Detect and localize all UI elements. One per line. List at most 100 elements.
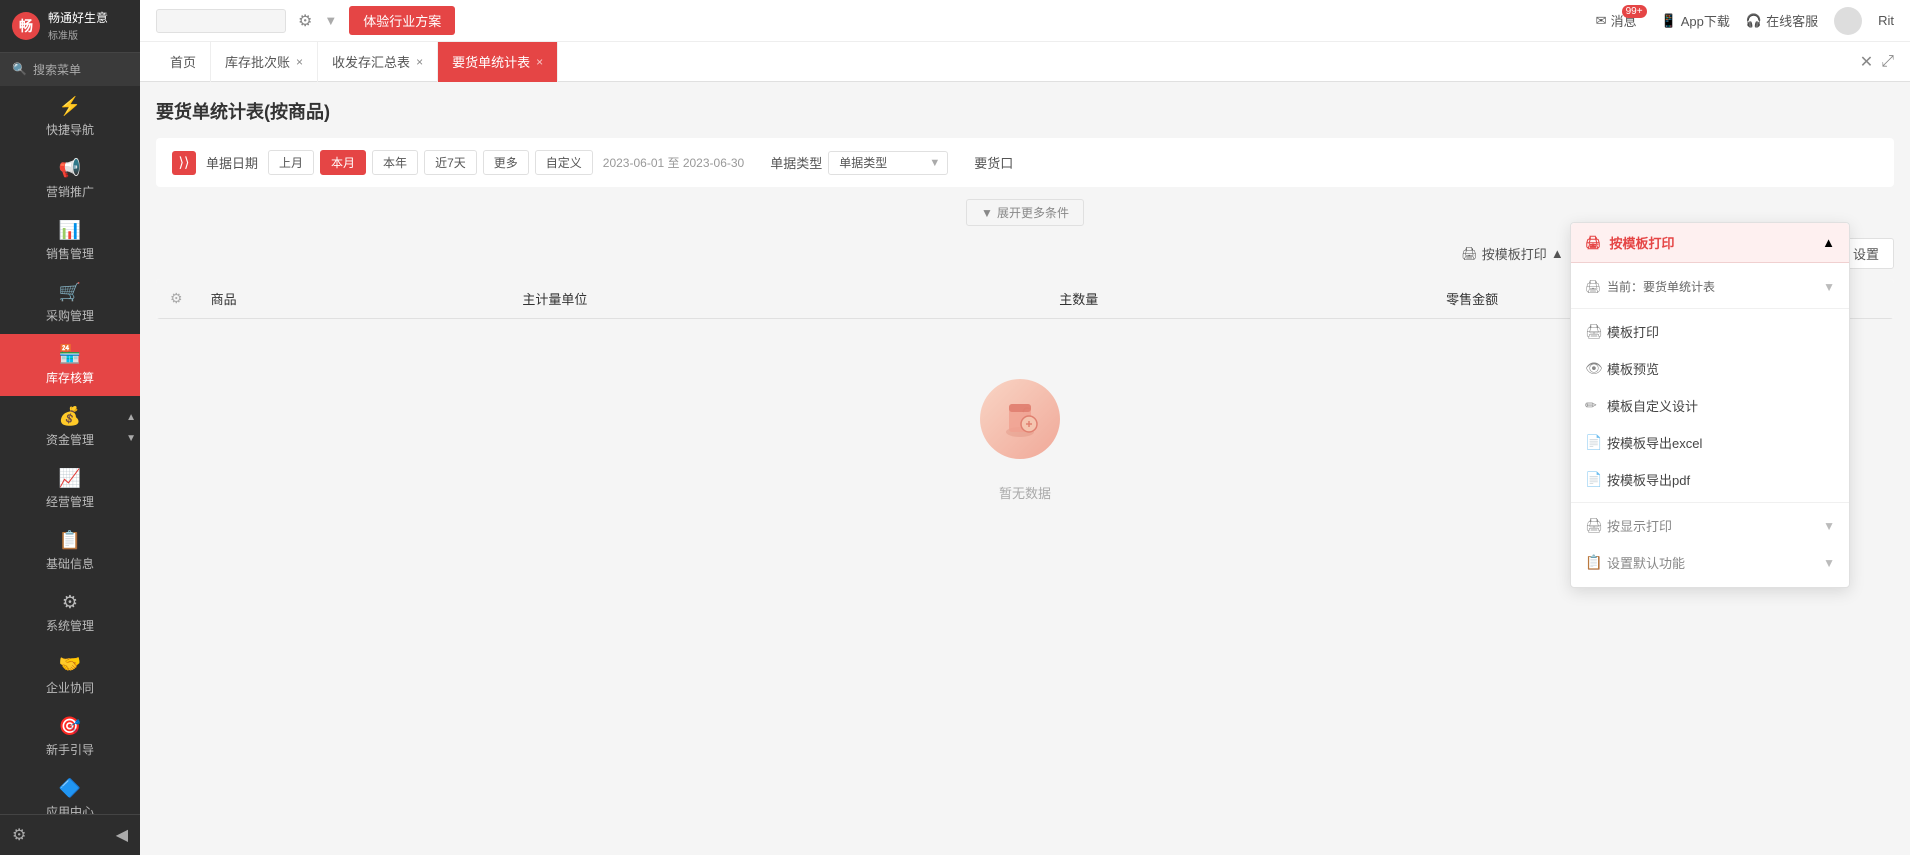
- export-pdf-icon: 📄: [1585, 471, 1602, 488]
- sidebar-bottom: ⚙ ◀: [0, 814, 140, 855]
- scroll-down-icon[interactable]: ▼: [122, 429, 140, 448]
- dropdown-item-template-design[interactable]: ✏ 模板自定义设计: [1571, 387, 1849, 424]
- expand-more-conditions-btn[interactable]: ▼ 展开更多条件: [966, 199, 1084, 226]
- divider-1: [1571, 308, 1849, 309]
- sidebar-item-marketing[interactable]: 📢 营销推广: [0, 148, 140, 210]
- date-recent7-btn[interactable]: 近7天: [424, 150, 477, 175]
- sidebar-item-quick-nav[interactable]: ⚡ 快捷导航: [0, 86, 140, 148]
- default-func-label: 设置默认功能: [1607, 553, 1685, 572]
- topbar: ⚙ ▼ 体验行业方案 ✉ 消息 99+ 📱 App下载 🎧 在线客服 Rit: [140, 0, 1910, 42]
- logo-icon: 畅: [12, 12, 40, 40]
- tab-expand-button[interactable]: ⤢: [1881, 53, 1894, 71]
- messages-button[interactable]: ✉ 消息 99+: [1596, 11, 1637, 30]
- sidebar-item-inventory[interactable]: 🏪 库存核算: [0, 334, 140, 396]
- tab-order-summary-label: 要货单统计表: [452, 52, 530, 71]
- topbar-search-input[interactable]: [156, 9, 286, 33]
- app-download-button[interactable]: 📱 App下载: [1661, 11, 1730, 30]
- user-name: Rit: [1878, 13, 1894, 28]
- dropdown-item-template-print[interactable]: 🖨 模板打印: [1571, 313, 1849, 350]
- tab-receipt-summary-close[interactable]: ×: [416, 55, 423, 69]
- tab-home[interactable]: 首页: [156, 42, 211, 82]
- order-type-label: 要货口: [974, 153, 1013, 172]
- settings-gear-icon[interactable]: ⚙: [12, 825, 26, 845]
- template-print-label: 模板打印: [1607, 322, 1659, 341]
- newbie-icon: 🎯: [59, 716, 81, 737]
- topbar-left: ⚙ ▼ 体验行业方案: [156, 6, 455, 35]
- operation-label: 经营管理: [46, 493, 94, 510]
- sidebar-search-label: 搜索菜单: [33, 61, 81, 78]
- quick-nav-icon: ⚡: [59, 96, 81, 117]
- type-select[interactable]: 单据类型: [828, 151, 948, 175]
- sidebar-item-apps[interactable]: 🔷 应用中心: [0, 768, 140, 814]
- dropdown-header: 🖨 按模板打印 ▲: [1571, 223, 1849, 263]
- app-edition: 标准版: [48, 27, 108, 42]
- headset-icon: 🎧: [1746, 13, 1762, 29]
- topbar-dropdown-icon[interactable]: ▼: [324, 13, 337, 28]
- dropdown-printer-icon: 🖨: [1585, 235, 1602, 251]
- template-preview-label: 模板预览: [1607, 359, 1659, 378]
- dropdown-item-export-pdf[interactable]: 📄 按模板导出pdf: [1571, 461, 1849, 498]
- page-title: 要货单统计表(按商品): [156, 98, 1894, 124]
- date-range-display: 2023-06-01 至 2023-06-30: [603, 154, 744, 171]
- current-label-text: 当前：要货单统计表: [1607, 278, 1715, 295]
- export-pdf-label: 按模板导出pdf: [1607, 470, 1690, 489]
- dropdown-header-left: 🖨 按模板打印: [1585, 233, 1675, 252]
- online-service-button[interactable]: 🎧 在线客服: [1746, 11, 1818, 30]
- table-settings-icon[interactable]: ⚙: [170, 290, 183, 306]
- user-avatar[interactable]: [1834, 7, 1862, 35]
- finance-label: 资金管理: [46, 431, 94, 448]
- date-current-month-btn[interactable]: 本月: [320, 150, 366, 175]
- order-type-filter-group: 要货口: [974, 153, 1013, 172]
- date-filter-group: 上月 本月 本年 近7天 更多 自定义 2023-06-01 至 2023-06…: [268, 150, 744, 175]
- sidebar-toggle-icon[interactable]: ◀: [116, 825, 128, 845]
- sidebar-item-purchase[interactable]: 🛒 采购管理: [0, 272, 140, 334]
- tab-receipt-summary[interactable]: 收发存汇总表 ×: [318, 42, 438, 82]
- sidebar-item-system[interactable]: ⚙ 系统管理: [0, 582, 140, 644]
- chevron-down-icon: ▼: [981, 206, 993, 220]
- date-more-btn[interactable]: 更多: [483, 150, 529, 175]
- type-filter-label: 单据类型: [770, 153, 822, 172]
- sidebar-item-sales[interactable]: 📊 销售管理: [0, 210, 140, 272]
- dropdown-section-display-print[interactable]: 🖨 按显示打印 ▼: [1571, 507, 1849, 544]
- print-template-btn[interactable]: 🖨 按模板打印 ▲: [1451, 240, 1573, 267]
- date-this-year-btn[interactable]: 本年: [372, 150, 418, 175]
- tab-close-all-button[interactable]: ✕: [1860, 52, 1873, 72]
- dropdown-section-default-func[interactable]: 📋 设置默认功能 ▼: [1571, 544, 1849, 581]
- topbar-gear-icon[interactable]: ⚙: [298, 11, 312, 31]
- apps-icon: 🔷: [59, 778, 81, 799]
- date-custom-btn[interactable]: 自定义: [535, 150, 593, 175]
- inventory-label: 库存核算: [46, 369, 94, 386]
- tab-order-summary[interactable]: 要货单统计表 ×: [438, 42, 558, 82]
- dropdown-collapse-icon[interactable]: ▲: [1822, 235, 1835, 250]
- sidebar-item-operation[interactable]: 📈 经营管理: [0, 458, 140, 520]
- sidebar-item-basic[interactable]: 📋 基础信息: [0, 520, 140, 582]
- filter-expand-icon-btn[interactable]: ⟩⟩: [172, 151, 196, 175]
- display-print-icon: 🖨: [1585, 517, 1603, 534]
- sidebar-search[interactable]: 🔍 搜索菜单: [0, 53, 140, 86]
- type-select-wrapper: 单据类型 ▼: [828, 151, 948, 175]
- tab-home-label: 首页: [170, 52, 196, 71]
- tab-batch-account-close[interactable]: ×: [296, 55, 303, 69]
- sales-icon: 📊: [59, 220, 81, 241]
- purchase-label: 采购管理: [46, 307, 94, 324]
- scroll-up-icon[interactable]: ▲: [122, 408, 140, 427]
- dropdown-title: 按模板打印: [1610, 233, 1675, 252]
- dropdown-item-export-excel[interactable]: 📄 按模板导出excel: [1571, 424, 1849, 461]
- empty-state-text: 暂无数据: [999, 483, 1051, 502]
- tabs-actions: ✕ ⤢: [1860, 52, 1894, 72]
- date-prev-month-btn[interactable]: 上月: [268, 150, 314, 175]
- print-btn-label: 按模板打印: [1482, 244, 1547, 263]
- sidebar-item-newbie[interactable]: 🎯 新手引导: [0, 706, 140, 768]
- filter-bar: ⟩⟩ 单据日期 上月 本月 本年 近7天 更多 自定义 2023-06-01 至…: [156, 138, 1894, 187]
- trial-button[interactable]: 体验行业方案: [349, 6, 455, 35]
- tab-batch-account[interactable]: 库存批次账 ×: [211, 42, 318, 82]
- tab-order-summary-close[interactable]: ×: [536, 55, 543, 69]
- dropdown-item-template-preview[interactable]: 👁 模板预览: [1571, 350, 1849, 387]
- finance-icon: 💰: [59, 406, 81, 427]
- sidebar-item-collab[interactable]: 🤝 企业协同: [0, 644, 140, 706]
- messages-badge: 99+: [1622, 5, 1647, 18]
- col-unit: 主计量单位: [508, 279, 1045, 319]
- empty-state-icon: [980, 379, 1070, 469]
- sidebar-item-finance[interactable]: 💰 资金管理: [0, 396, 140, 458]
- expand-btn-label: 展开更多条件: [997, 204, 1069, 221]
